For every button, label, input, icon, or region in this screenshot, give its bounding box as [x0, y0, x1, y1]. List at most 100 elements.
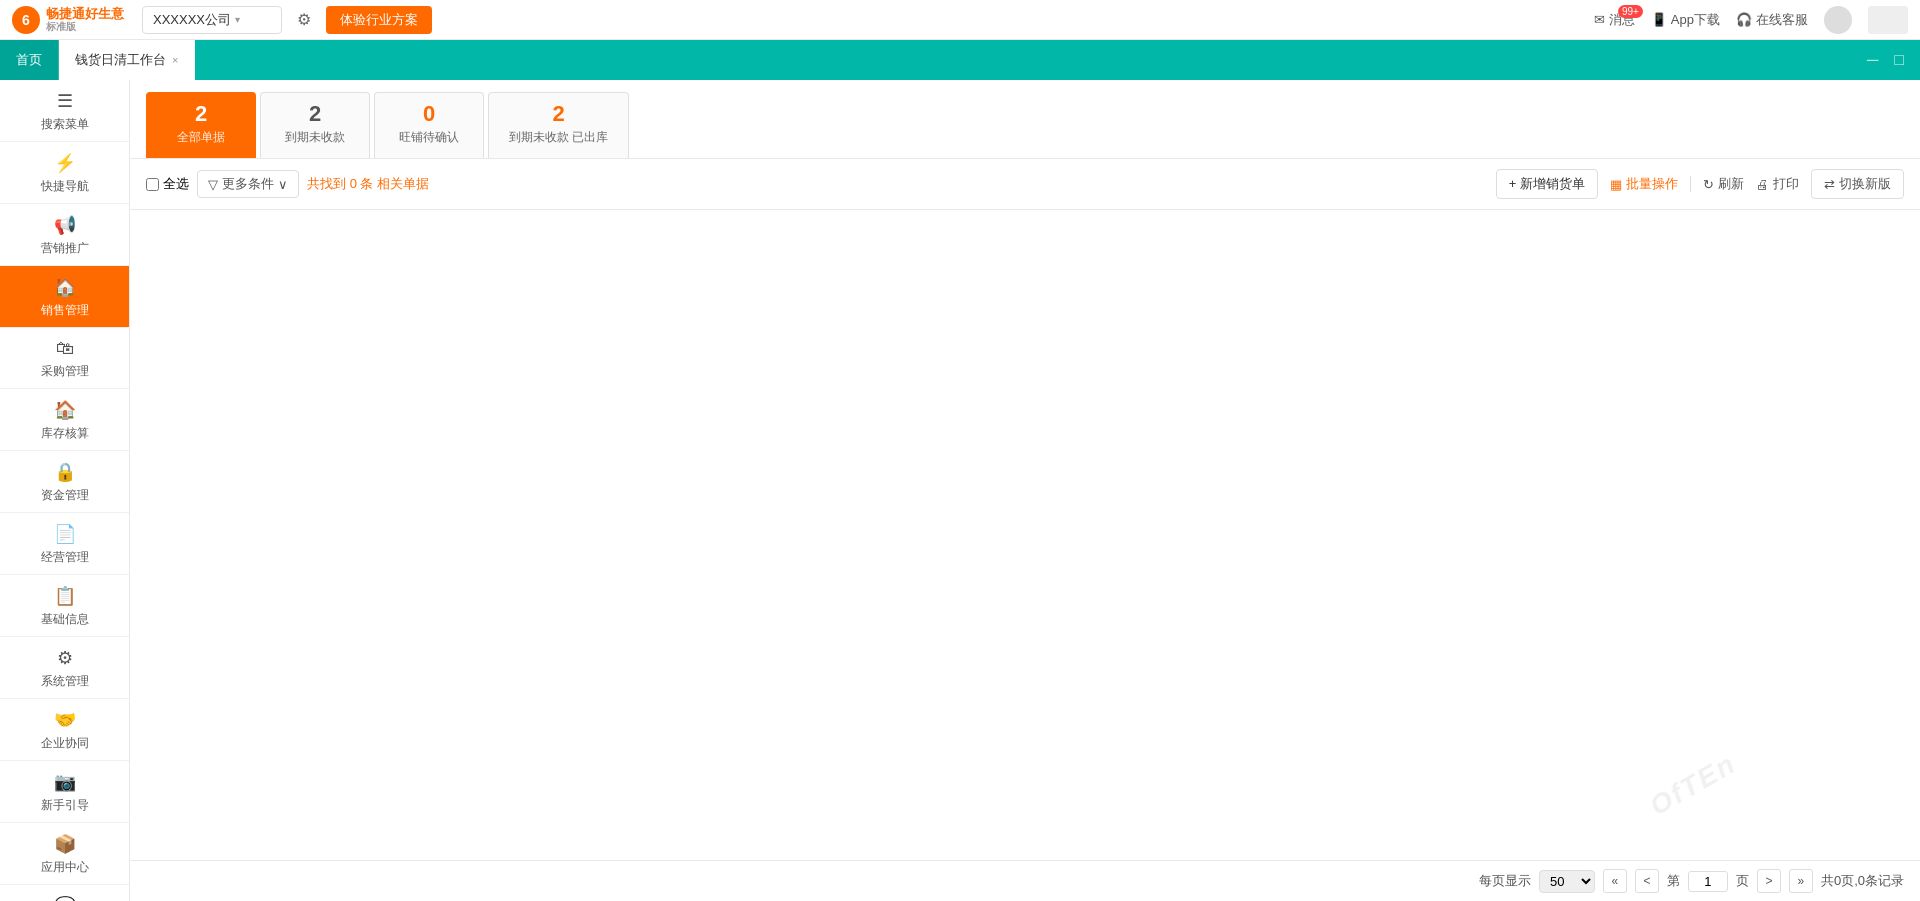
- app-center-icon: 📦: [54, 833, 76, 855]
- sidebar-item-system[interactable]: ⚙系统管理: [0, 637, 129, 699]
- sidebar-item-cooperation[interactable]: 🤝企业协同: [0, 699, 129, 761]
- purchase-icon: 🛍: [56, 338, 74, 359]
- logo-text: 畅捷通好生意 标准版: [46, 6, 124, 34]
- batch-icon: ▦: [1610, 177, 1622, 192]
- switch-new-button[interactable]: ⇄ 切换新版: [1811, 169, 1904, 199]
- message-button[interactable]: ✉ 消息 99+: [1594, 11, 1635, 29]
- message-badge: 99+: [1618, 5, 1643, 18]
- mobile-icon: 📱: [1651, 12, 1667, 27]
- sidebar-item-quick-nav[interactable]: ⚡快捷导航: [0, 142, 129, 204]
- gear-icon: ⚙: [297, 10, 311, 29]
- page-suffix: 页: [1736, 872, 1749, 890]
- refresh-icon: ↻: [1703, 177, 1714, 192]
- toolbar-left: 全选 ▽ 更多条件 ∨ 共找到 0 条 相关单据: [146, 170, 1488, 198]
- sidebar-item-wechat[interactable]: 💬企业微信: [0, 885, 129, 901]
- maximize-button[interactable]: □: [1886, 47, 1912, 73]
- online-service-label: 在线客服: [1756, 11, 1808, 29]
- message-icon: ✉: [1594, 12, 1605, 27]
- tab-active[interactable]: 钱货日清工作台 ×: [59, 40, 195, 80]
- filter-chevron-icon: ∨: [278, 177, 288, 192]
- select-all-input[interactable]: [146, 178, 159, 191]
- search-menu-icon: ☰: [57, 90, 73, 112]
- toolbar-right: + 新增销货单 ▦ 批量操作 ↻ 刷新 🖨 打印 ⇄ 切换新版: [1496, 169, 1904, 199]
- page-size-label: 每页显示: [1479, 872, 1531, 890]
- select-all-label: 全选: [163, 175, 189, 193]
- total-records: 共0页,0条记录: [1821, 872, 1904, 890]
- page-size-select[interactable]: 2050100: [1539, 870, 1595, 893]
- guide-icon: 📷: [54, 771, 76, 793]
- summary-tab-all[interactable]: 2全部单据: [146, 92, 256, 158]
- sales-icon: 🏠: [54, 276, 76, 298]
- sidebar-item-inventory[interactable]: 🏠库存核算: [0, 389, 129, 451]
- filter-button[interactable]: ▽ 更多条件 ∨: [197, 170, 299, 198]
- found-number: 0: [350, 176, 357, 191]
- sidebar-item-marketing[interactable]: 📢营销推广: [0, 204, 129, 266]
- app-download-label: App下载: [1671, 11, 1720, 29]
- sidebar: ☰搜索菜单⚡快捷导航📢营销推广🏠销售管理🛍采购管理🏠库存核算🔒资金管理📄经营管理…: [0, 80, 130, 901]
- select-all-checkbox[interactable]: 全选: [146, 175, 189, 193]
- summary-tabs: 2全部单据2到期未收款0旺铺待确认2到期未收款 已出库: [130, 80, 1920, 159]
- trial-button[interactable]: 体验行业方案: [326, 6, 432, 34]
- pagination: 每页显示 2050100 « < 第 页 > » 共0页,0条记录: [130, 860, 1920, 901]
- logo-area: 6 畅捷通好生意 标准版: [12, 6, 142, 34]
- logo-main: 畅捷通好生意: [46, 6, 124, 22]
- toolbar: 全选 ▽ 更多条件 ∨ 共找到 0 条 相关单据 + 新增销货单 ▦: [130, 159, 1920, 210]
- nav-tabs: 首页 钱货日清工作台 × ─ □: [0, 40, 1920, 80]
- page-input[interactable]: [1688, 871, 1728, 892]
- company-selector[interactable]: XXXXXX公司 ▾: [142, 6, 282, 34]
- switch-icon: ⇄: [1824, 177, 1835, 192]
- divider: [1690, 176, 1691, 192]
- user-name-area[interactable]: [1868, 6, 1908, 34]
- system-icon: ⚙: [57, 647, 73, 669]
- summary-tab-overdue-out[interactable]: 2到期未收款 已出库: [488, 92, 629, 158]
- marketing-icon: 📢: [54, 214, 76, 236]
- page-prefix: 第: [1667, 872, 1680, 890]
- first-page-button[interactable]: «: [1603, 869, 1627, 893]
- content-area: 2全部单据2到期未收款0旺铺待确认2到期未收款 已出库 全选 ▽ 更多条件 ∨ …: [130, 80, 1920, 901]
- sidebar-item-search-menu[interactable]: ☰搜索菜单: [0, 80, 129, 142]
- operations-icon: 📄: [54, 523, 76, 545]
- top-bar: 6 畅捷通好生意 标准版 XXXXXX公司 ▾ ⚙ 体验行业方案 ✉ 消息 99…: [0, 0, 1920, 40]
- logo-icon: 6: [12, 6, 40, 34]
- cooperation-icon: 🤝: [54, 709, 76, 731]
- basic-info-icon: 📋: [54, 585, 76, 607]
- top-bar-right: ✉ 消息 99+ 📱 App下载 🎧 在线客服: [1594, 6, 1908, 34]
- print-icon: 🖨: [1756, 177, 1769, 192]
- sidebar-item-app-center[interactable]: 📦应用中心: [0, 823, 129, 885]
- online-service-button[interactable]: 🎧 在线客服: [1736, 11, 1808, 29]
- tab-active-label: 钱货日清工作台: [75, 51, 166, 69]
- batch-op-button[interactable]: ▦ 批量操作: [1610, 175, 1678, 193]
- next-page-button[interactable]: >: [1757, 869, 1781, 893]
- print-button[interactable]: 🖨 打印: [1756, 175, 1799, 193]
- sidebar-item-finance[interactable]: 🔒资金管理: [0, 451, 129, 513]
- user-avatar[interactable]: [1824, 6, 1852, 34]
- minimize-button[interactable]: ─: [1859, 47, 1886, 73]
- tab-home[interactable]: 首页: [0, 40, 59, 80]
- headset-icon: 🎧: [1736, 12, 1752, 27]
- sidebar-item-basic-info[interactable]: 📋基础信息: [0, 575, 129, 637]
- found-count: 共找到 0 条 相关单据: [307, 175, 429, 193]
- app-download-button[interactable]: 📱 App下载: [1651, 11, 1720, 29]
- company-name: XXXXXX公司: [153, 11, 231, 29]
- refresh-button[interactable]: ↻ 刷新: [1703, 175, 1744, 193]
- nav-tab-actions: ─ □: [1859, 40, 1920, 80]
- wechat-icon: 💬: [54, 895, 76, 901]
- chevron-down-icon: ▾: [235, 14, 240, 25]
- prev-page-button[interactable]: <: [1635, 869, 1659, 893]
- sidebar-item-sales[interactable]: 🏠销售管理: [0, 266, 129, 328]
- sidebar-item-purchase[interactable]: 🛍采购管理: [0, 328, 129, 389]
- inventory-icon: 🏠: [54, 399, 76, 421]
- sidebar-item-guide[interactable]: 📷新手引导: [0, 761, 129, 823]
- summary-tab-overdue[interactable]: 2到期未收款: [260, 92, 370, 158]
- table-area: [130, 210, 1920, 860]
- new-sale-button[interactable]: + 新增销货单: [1496, 169, 1598, 199]
- sidebar-item-operations[interactable]: 📄经营管理: [0, 513, 129, 575]
- settings-button[interactable]: ⚙: [290, 6, 318, 34]
- last-page-button[interactable]: »: [1789, 869, 1813, 893]
- tab-close-icon[interactable]: ×: [172, 54, 178, 66]
- filter-icon: ▽: [208, 177, 218, 192]
- logo-sub: 标准版: [46, 21, 124, 33]
- summary-tab-pending[interactable]: 0旺铺待确认: [374, 92, 484, 158]
- tab-home-label: 首页: [16, 51, 42, 69]
- finance-icon: 🔒: [54, 461, 76, 483]
